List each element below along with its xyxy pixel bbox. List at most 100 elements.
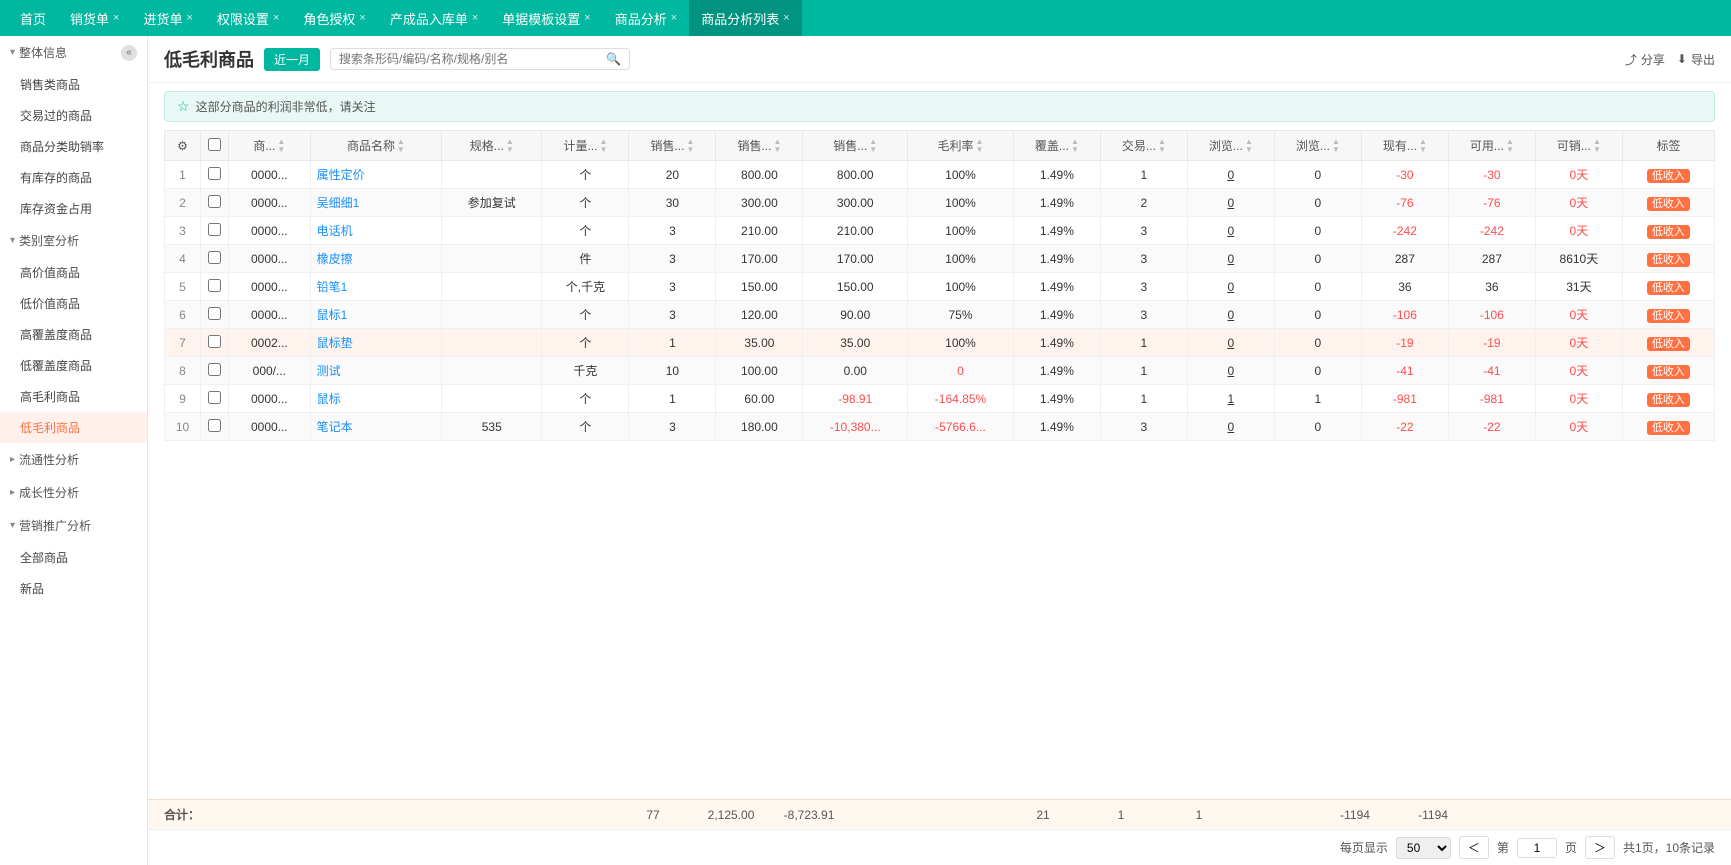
tag-badge: 低收入 [1647, 169, 1690, 183]
sidebar-item-new-goods[interactable]: 新品 [0, 573, 147, 604]
row-checkbox[interactable] [201, 161, 229, 189]
row-select-checkbox[interactable] [208, 307, 221, 320]
prev-page-btn[interactable]: ＜ [1459, 836, 1489, 859]
row-name[interactable]: 属性定价 [310, 161, 441, 189]
nav-template-settings[interactable]: 单据模板设置 × [490, 0, 602, 36]
nav-close-template[interactable]: × [584, 12, 590, 24]
nav-close-product-entry[interactable]: × [472, 12, 478, 24]
sidebar-item-stocked-goods[interactable]: 有库存的商品 [0, 162, 147, 193]
search-icon[interactable]: 🔍 [606, 52, 621, 66]
next-page-btn[interactable]: ＞ [1585, 836, 1615, 859]
sidebar-item-capital-usage[interactable]: 库存资金占用 [0, 193, 147, 224]
row-view1[interactable]: 0 [1187, 329, 1274, 357]
row-available: -242 [1448, 217, 1535, 245]
row-select-checkbox[interactable] [208, 223, 221, 236]
row-name[interactable]: 吴细细1 [310, 189, 441, 217]
tag-badge: 低收入 [1647, 337, 1690, 351]
sidebar-group-overall[interactable]: ▾ 整体信息 « [0, 36, 147, 69]
nav-product-entry[interactable]: 产成品入库单 × [378, 0, 490, 36]
nav-close-sales[interactable]: × [113, 12, 119, 24]
nav-close-permissions[interactable]: × [273, 12, 279, 24]
row-checkbox[interactable] [201, 217, 229, 245]
row-sales-amount: 210.00 [803, 217, 908, 245]
row-select-checkbox[interactable] [208, 419, 221, 432]
collapse-overall[interactable]: « [121, 45, 137, 61]
row-view1[interactable]: 0 [1187, 189, 1274, 217]
sidebar-item-low-coverage[interactable]: 低覆盖度商品 [0, 350, 147, 381]
sidebar-group-category[interactable]: ▾ 类别室分析 [0, 224, 147, 257]
row-name[interactable]: 鼠标 [310, 385, 441, 413]
share-button[interactable]: ⤴ 分享 [1625, 51, 1665, 68]
row-name[interactable]: 电话机 [310, 217, 441, 245]
row-current: -76 [1361, 189, 1448, 217]
nav-home[interactable]: 首页 [8, 0, 58, 36]
nav-close-goods-analysis[interactable]: × [671, 12, 677, 24]
row-checkbox[interactable] [201, 385, 229, 413]
th-saleable: 可销...▲▼ [1535, 131, 1622, 161]
sidebar-item-traded-goods[interactable]: 交易过的商品 [0, 100, 147, 131]
sidebar-item-category-rate[interactable]: 商品分类助销率 [0, 131, 147, 162]
row-name[interactable]: 测试 [310, 357, 441, 385]
search-input[interactable] [339, 52, 600, 66]
sidebar-item-high-value[interactable]: 高价值商品 [0, 257, 147, 288]
nav-sales-order[interactable]: 销货单 × [58, 0, 131, 36]
row-select-checkbox[interactable] [208, 251, 221, 264]
row-tag: 低收入 [1622, 301, 1714, 329]
row-checkbox[interactable] [201, 301, 229, 329]
row-select-checkbox[interactable] [208, 363, 221, 376]
sidebar-item-low-margin[interactable]: 低毛利商品 [0, 412, 147, 443]
sidebar-item-all-goods[interactable]: 全部商品 [0, 542, 147, 573]
row-checkbox[interactable] [201, 357, 229, 385]
row-name[interactable]: 笔记本 [310, 413, 441, 441]
sidebar-group-growth[interactable]: ▸ 成长性分析 [0, 476, 147, 509]
row-view1[interactable]: 0 [1187, 413, 1274, 441]
row-name[interactable]: 铅笔1 [310, 273, 441, 301]
row-checkbox[interactable] [201, 273, 229, 301]
row-select-checkbox[interactable] [208, 391, 221, 404]
row-view1[interactable]: 0 [1187, 301, 1274, 329]
per-page-select[interactable]: 50 100 200 [1396, 837, 1451, 859]
export-button[interactable]: ⬇ 导出 [1677, 51, 1715, 68]
row-checkbox[interactable] [201, 329, 229, 357]
row-view1[interactable]: 0 [1187, 357, 1274, 385]
row-select-checkbox[interactable] [208, 167, 221, 180]
sidebar-item-low-value[interactable]: 低价值商品 [0, 288, 147, 319]
nav-goods-analysis-list[interactable]: 商品分析列表 × [689, 0, 801, 36]
nav-close-goods-list[interactable]: × [783, 12, 789, 24]
row-view1[interactable]: 0 [1187, 161, 1274, 189]
row-select-checkbox[interactable] [208, 335, 221, 348]
row-view1[interactable]: 1 [1187, 385, 1274, 413]
sidebar-item-high-coverage[interactable]: 高覆盖度商品 [0, 319, 147, 350]
nav-purchase-order[interactable]: 进货单 × [131, 0, 204, 36]
page-number-input[interactable] [1517, 838, 1557, 858]
row-select-checkbox[interactable] [208, 195, 221, 208]
nav-role-auth[interactable]: 角色授权 × [291, 0, 377, 36]
row-checkbox[interactable] [201, 245, 229, 273]
row-name[interactable]: 鼠标1 [310, 301, 441, 329]
row-view1[interactable]: 0 [1187, 273, 1274, 301]
sidebar-group-liquidity[interactable]: ▸ 流通性分析 [0, 443, 147, 476]
nav-close-purchase[interactable]: × [186, 12, 192, 24]
row-checkbox[interactable] [201, 413, 229, 441]
th-checkbox[interactable] [201, 131, 229, 161]
sidebar-item-sales-goods[interactable]: 销售类商品 [0, 69, 147, 100]
row-view1[interactable]: 0 [1187, 245, 1274, 273]
row-view1[interactable]: 0 [1187, 217, 1274, 245]
row-select-checkbox[interactable] [208, 279, 221, 292]
row-gross-margin: 100% [908, 245, 1014, 273]
sidebar-group-marketing[interactable]: ▾ 营销推广分析 [0, 509, 147, 542]
row-code: 0000... [229, 217, 311, 245]
nav-goods-analysis[interactable]: 商品分析 × [603, 0, 689, 36]
row-sales-price: 210.00 [716, 217, 803, 245]
row-name[interactable]: 橡皮擦 [310, 245, 441, 273]
nav-permissions[interactable]: 权限设置 × [205, 0, 291, 36]
sidebar-item-high-margin[interactable]: 高毛利商品 [0, 381, 147, 412]
filter-button[interactable]: 近一月 [264, 48, 320, 71]
row-name[interactable]: 鼠标垫 [310, 329, 441, 357]
page-suffix: 页 [1565, 839, 1577, 856]
th-settings[interactable]: ⚙ [165, 131, 201, 161]
select-all-checkbox[interactable] [208, 138, 221, 151]
nav-close-role[interactable]: × [359, 12, 365, 24]
row-checkbox[interactable] [201, 189, 229, 217]
table-container[interactable]: ⚙ 商...▲▼ 商品名称▲▼ 规格...▲▼ 计量...▲▼ 销售...▲▼ … [148, 130, 1731, 799]
